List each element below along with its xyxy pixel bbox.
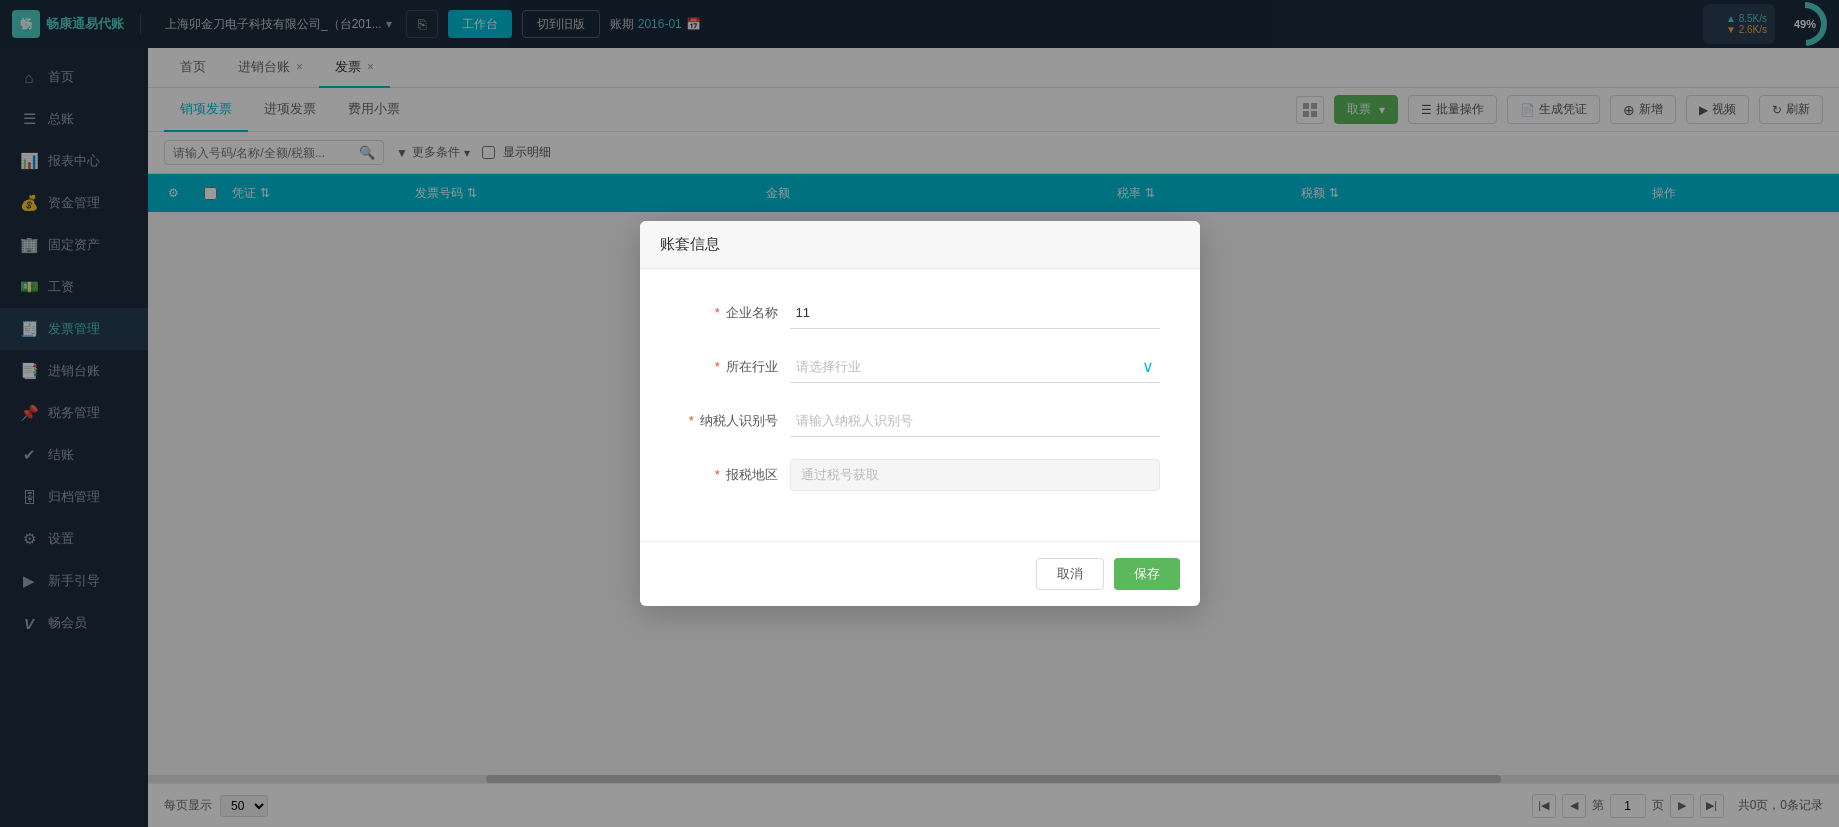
save-button[interactable]: 保存: [1114, 558, 1180, 590]
tax-region-placeholder: 通过税号获取: [801, 466, 879, 484]
company-name-label: * 企业名称: [680, 304, 790, 322]
required-mark: *: [689, 413, 694, 428]
cancel-button[interactable]: 取消: [1036, 558, 1104, 590]
tax-id-input[interactable]: [790, 405, 1160, 437]
modal-header: 账套信息: [640, 221, 1200, 269]
modal-footer: 取消 保存: [640, 541, 1200, 606]
tax-id-label: * 纳税人识别号: [680, 412, 790, 430]
industry-label: * 所在行业: [680, 358, 790, 376]
tax-id-row: * 纳税人识别号: [680, 405, 1160, 437]
modal-title: 账套信息: [660, 235, 720, 252]
industry-placeholder: 请选择行业: [796, 358, 861, 376]
tax-region-row: * 报税地区 通过税号获取: [680, 459, 1160, 491]
tax-region-disabled-field: 通过税号获取: [790, 459, 1160, 491]
company-name-row: * 企业名称: [680, 297, 1160, 329]
account-info-modal: 账套信息 * 企业名称 * 所在行业 请选择行业 ∨: [640, 221, 1200, 606]
modal-overlay[interactable]: 账套信息 * 企业名称 * 所在行业 请选择行业 ∨: [0, 0, 1839, 827]
industry-dropdown-icon: ∨: [1142, 357, 1154, 376]
company-name-input[interactable]: [790, 297, 1160, 329]
tax-region-label: * 报税地区: [680, 466, 790, 484]
required-mark: *: [715, 359, 720, 374]
industry-select[interactable]: 请选择行业 ∨: [790, 351, 1160, 383]
modal-body: * 企业名称 * 所在行业 请选择行业 ∨ *: [640, 269, 1200, 541]
required-mark: *: [715, 305, 720, 320]
industry-row: * 所在行业 请选择行业 ∨: [680, 351, 1160, 383]
required-mark: *: [715, 467, 720, 482]
